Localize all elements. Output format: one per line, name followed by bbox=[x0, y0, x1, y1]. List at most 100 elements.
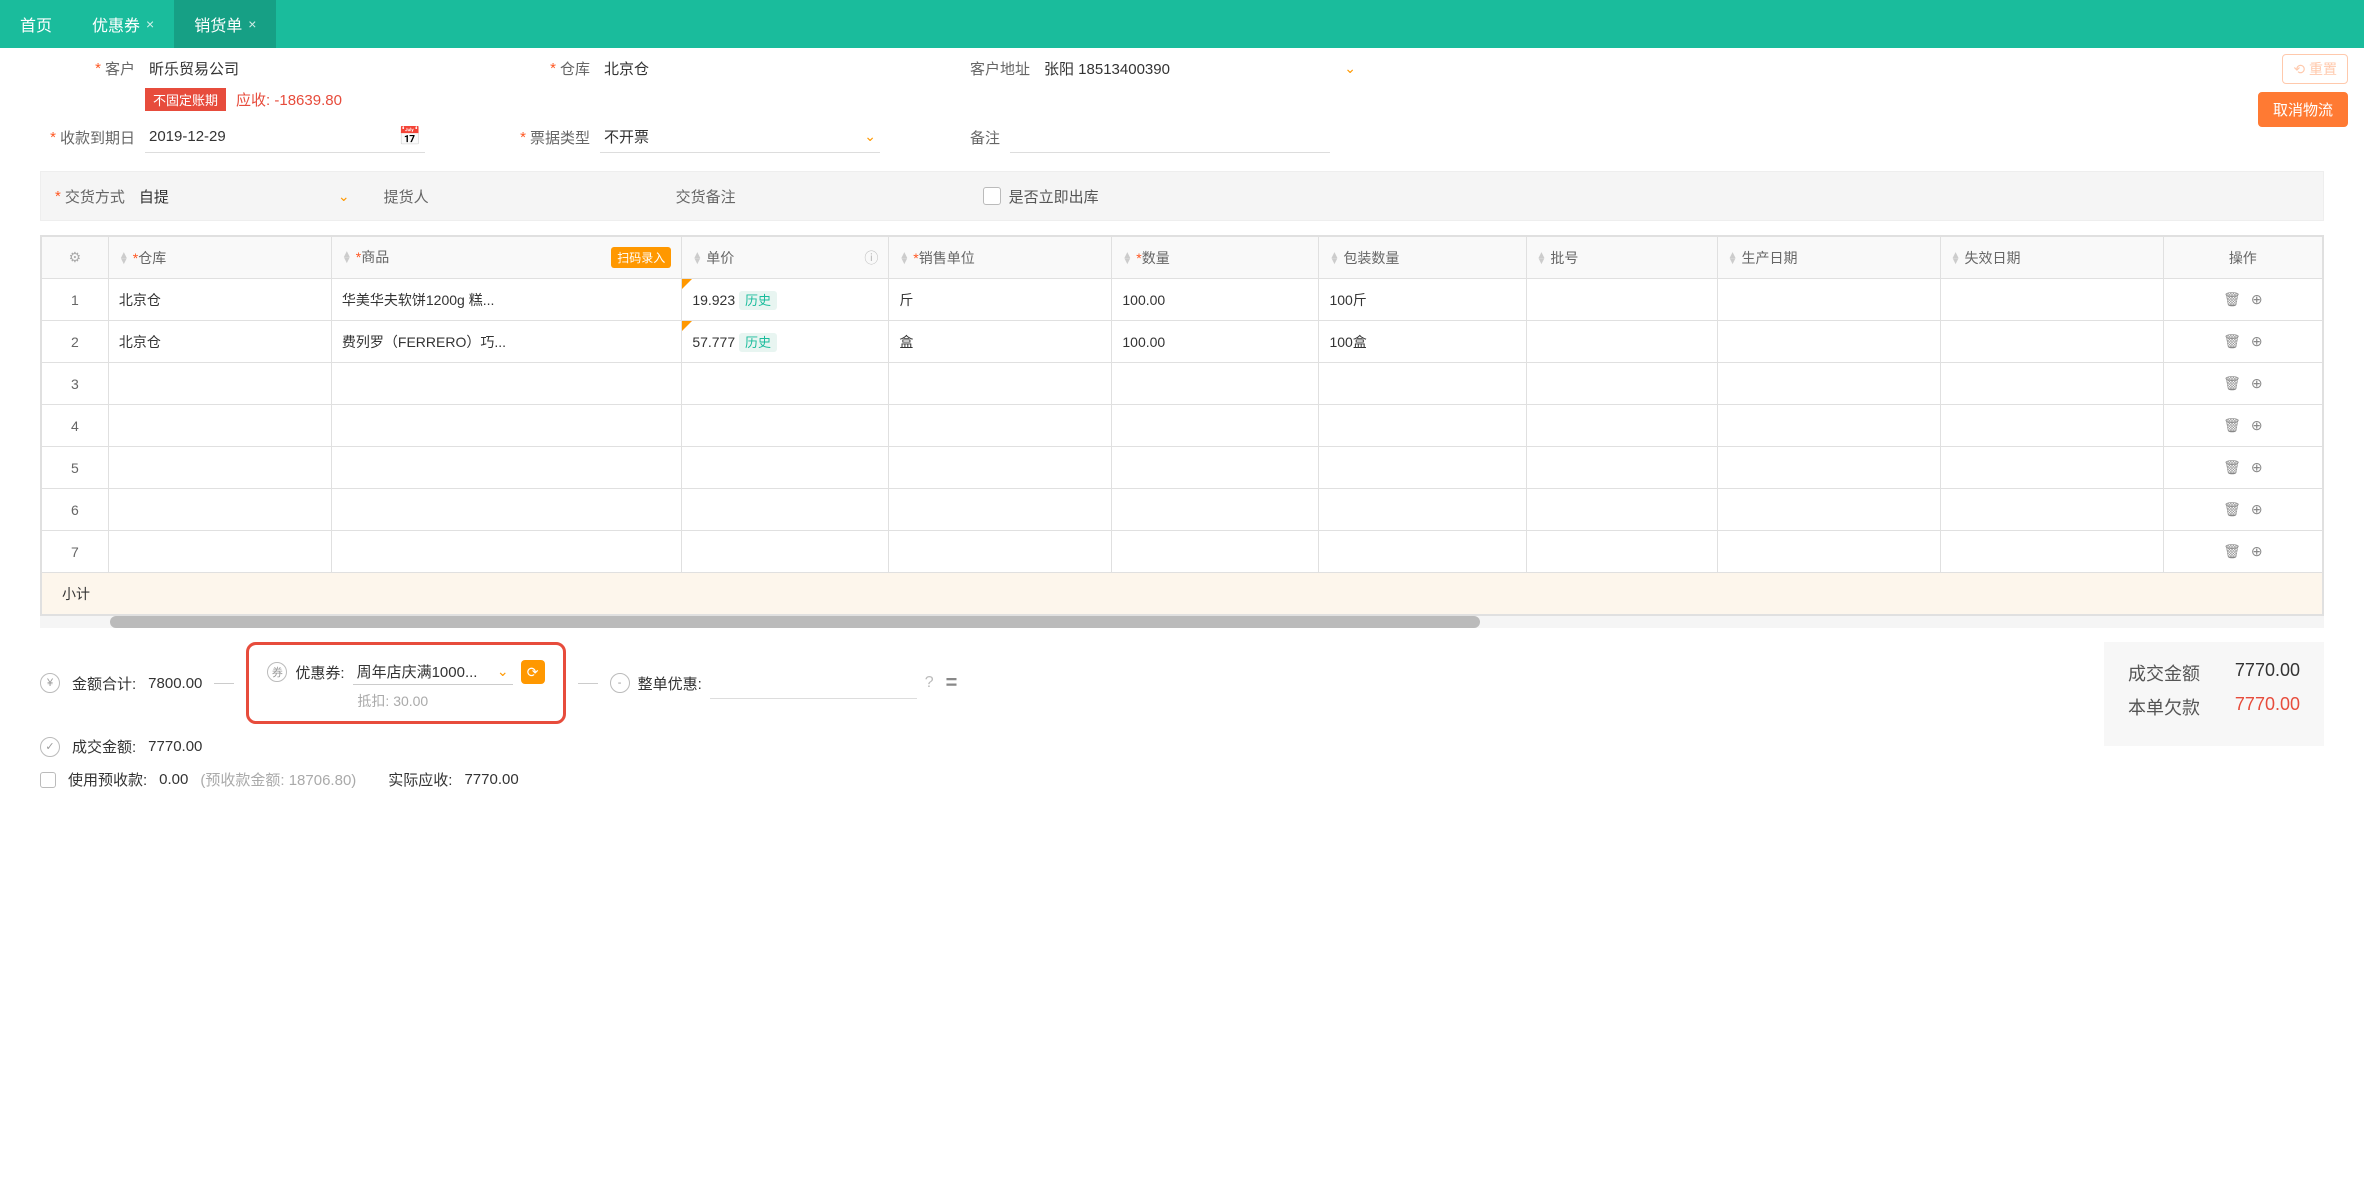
address-input[interactable] bbox=[1044, 60, 1344, 77]
cell-pack[interactable] bbox=[1319, 489, 1526, 531]
delete-row-icon[interactable]: 🗑 bbox=[2223, 501, 2241, 518]
cell-batch[interactable] bbox=[1526, 405, 1717, 447]
cell-warehouse[interactable]: 北京仓 bbox=[108, 279, 331, 321]
col-price[interactable]: ▲▼单价ⓘ bbox=[682, 237, 889, 279]
cell-product[interactable]: 费列罗（FERRERO）巧... bbox=[331, 321, 681, 363]
chevron-down-icon[interactable]: ⌄ bbox=[1344, 60, 1356, 77]
cell-mfg[interactable] bbox=[1717, 531, 1940, 573]
cell-product[interactable] bbox=[331, 363, 681, 405]
tab-coupon[interactable]: 优惠券× bbox=[72, 0, 174, 48]
picker-input[interactable] bbox=[443, 188, 642, 205]
cell-exp[interactable] bbox=[1940, 279, 2163, 321]
cell-price[interactable] bbox=[682, 531, 889, 573]
cell-price[interactable]: 57.777 历史 bbox=[682, 321, 889, 363]
cell-qty[interactable] bbox=[1112, 363, 1319, 405]
cell-exp[interactable] bbox=[1940, 489, 2163, 531]
add-row-icon[interactable]: ⊕ bbox=[2251, 543, 2263, 560]
cell-product[interactable] bbox=[331, 447, 681, 489]
gear-icon[interactable]: ⚙ bbox=[69, 249, 82, 265]
table-row[interactable]: 7 🗑 ⊕ bbox=[42, 531, 2323, 573]
history-badge[interactable]: 历史 bbox=[739, 333, 777, 352]
cell-product[interactable] bbox=[331, 489, 681, 531]
prepay-checkbox[interactable] bbox=[40, 772, 56, 788]
reset-button[interactable]: ⟲ 重置 bbox=[2282, 54, 2348, 84]
immediate-checkbox[interactable]: 是否立即出库 bbox=[983, 186, 1099, 207]
cell-exp[interactable] bbox=[1940, 531, 2163, 573]
table-row[interactable]: 5 🗑 ⊕ bbox=[42, 447, 2323, 489]
refresh-button[interactable]: ⟳ bbox=[521, 660, 545, 684]
cell-qty[interactable]: 100.00 bbox=[1112, 279, 1319, 321]
cell-unit[interactable] bbox=[889, 447, 1112, 489]
cell-warehouse[interactable] bbox=[108, 531, 331, 573]
cell-price[interactable] bbox=[682, 405, 889, 447]
due-date-input[interactable] bbox=[149, 128, 399, 145]
col-qty[interactable]: ▲▼*数量 bbox=[1112, 237, 1319, 279]
chevron-down-icon[interactable]: ⌄ bbox=[864, 128, 876, 145]
delete-row-icon[interactable]: 🗑 bbox=[2223, 333, 2241, 350]
delivery-method-input[interactable] bbox=[139, 188, 338, 205]
cell-product[interactable]: 华美华夫软饼1200g 糕... bbox=[331, 279, 681, 321]
cell-mfg[interactable] bbox=[1717, 405, 1940, 447]
cell-unit[interactable]: 盒 bbox=[889, 321, 1112, 363]
cell-unit[interactable] bbox=[889, 405, 1112, 447]
cell-pack[interactable] bbox=[1319, 531, 1526, 573]
cell-pack[interactable] bbox=[1319, 447, 1526, 489]
col-warehouse[interactable]: ▲▼*仓库 bbox=[108, 237, 331, 279]
cell-qty[interactable] bbox=[1112, 447, 1319, 489]
order-discount-input[interactable] bbox=[714, 674, 913, 691]
remark-input[interactable] bbox=[1014, 128, 1326, 145]
add-row-icon[interactable]: ⊕ bbox=[2251, 459, 2263, 476]
cell-qty[interactable] bbox=[1112, 405, 1319, 447]
cell-unit[interactable] bbox=[889, 531, 1112, 573]
delete-row-icon[interactable]: 🗑 bbox=[2223, 375, 2241, 392]
cell-product[interactable] bbox=[331, 405, 681, 447]
cell-exp[interactable] bbox=[1940, 405, 2163, 447]
cell-price[interactable] bbox=[682, 447, 889, 489]
table-row[interactable]: 3 🗑 ⊕ bbox=[42, 363, 2323, 405]
tab-sales[interactable]: 销货单× bbox=[174, 0, 276, 48]
chevron-down-icon[interactable]: ⌄ bbox=[497, 663, 509, 680]
warehouse-input[interactable] bbox=[604, 60, 876, 77]
cell-qty[interactable]: 100.00 bbox=[1112, 321, 1319, 363]
delivery-remark-input[interactable] bbox=[750, 188, 949, 205]
delete-row-icon[interactable]: 🗑 bbox=[2223, 459, 2241, 476]
cell-mfg[interactable] bbox=[1717, 363, 1940, 405]
coupon-select[interactable]: 周年店庆满1000... ⌄ bbox=[353, 659, 513, 685]
cell-mfg[interactable] bbox=[1717, 489, 1940, 531]
cell-batch[interactable] bbox=[1526, 321, 1717, 363]
cell-pack[interactable] bbox=[1319, 363, 1526, 405]
add-row-icon[interactable]: ⊕ bbox=[2251, 375, 2263, 392]
horizontal-scrollbar[interactable] bbox=[40, 616, 2324, 628]
delete-row-icon[interactable]: 🗑 bbox=[2223, 417, 2241, 434]
cell-mfg[interactable] bbox=[1717, 279, 1940, 321]
col-exp[interactable]: ▲▼失效日期 bbox=[1940, 237, 2163, 279]
cell-unit[interactable] bbox=[889, 363, 1112, 405]
cell-batch[interactable] bbox=[1526, 531, 1717, 573]
close-icon[interactable]: × bbox=[146, 16, 154, 32]
cell-pack[interactable]: 100斤 bbox=[1319, 279, 1526, 321]
cell-warehouse[interactable] bbox=[108, 405, 331, 447]
cell-product[interactable] bbox=[331, 531, 681, 573]
cell-exp[interactable] bbox=[1940, 447, 2163, 489]
table-row[interactable]: 6 🗑 ⊕ bbox=[42, 489, 2323, 531]
cell-batch[interactable] bbox=[1526, 489, 1717, 531]
col-mfg[interactable]: ▲▼生产日期 bbox=[1717, 237, 1940, 279]
table-row[interactable]: 2 北京仓 费列罗（FERRERO）巧... 57.777 历史 盒 100.0… bbox=[42, 321, 2323, 363]
cell-mfg[interactable] bbox=[1717, 447, 1940, 489]
cell-batch[interactable] bbox=[1526, 279, 1717, 321]
col-unit[interactable]: ▲▼*销售单位 bbox=[889, 237, 1112, 279]
cell-exp[interactable] bbox=[1940, 321, 2163, 363]
col-product[interactable]: ▲▼*商品扫码录入 bbox=[331, 237, 681, 279]
col-pack[interactable]: ▲▼包装数量 bbox=[1319, 237, 1526, 279]
scan-badge[interactable]: 扫码录入 bbox=[611, 247, 671, 268]
col-gear[interactable]: ⚙ bbox=[42, 237, 109, 279]
chevron-down-icon[interactable]: ⌄ bbox=[338, 188, 350, 205]
cell-warehouse[interactable] bbox=[108, 447, 331, 489]
cell-price[interactable] bbox=[682, 489, 889, 531]
col-batch[interactable]: ▲▼批号 bbox=[1526, 237, 1717, 279]
delete-row-icon[interactable]: 🗑 bbox=[2223, 291, 2241, 308]
cell-batch[interactable] bbox=[1526, 363, 1717, 405]
cell-qty[interactable] bbox=[1112, 489, 1319, 531]
delete-row-icon[interactable]: 🗑 bbox=[2223, 543, 2241, 560]
cell-price[interactable] bbox=[682, 363, 889, 405]
